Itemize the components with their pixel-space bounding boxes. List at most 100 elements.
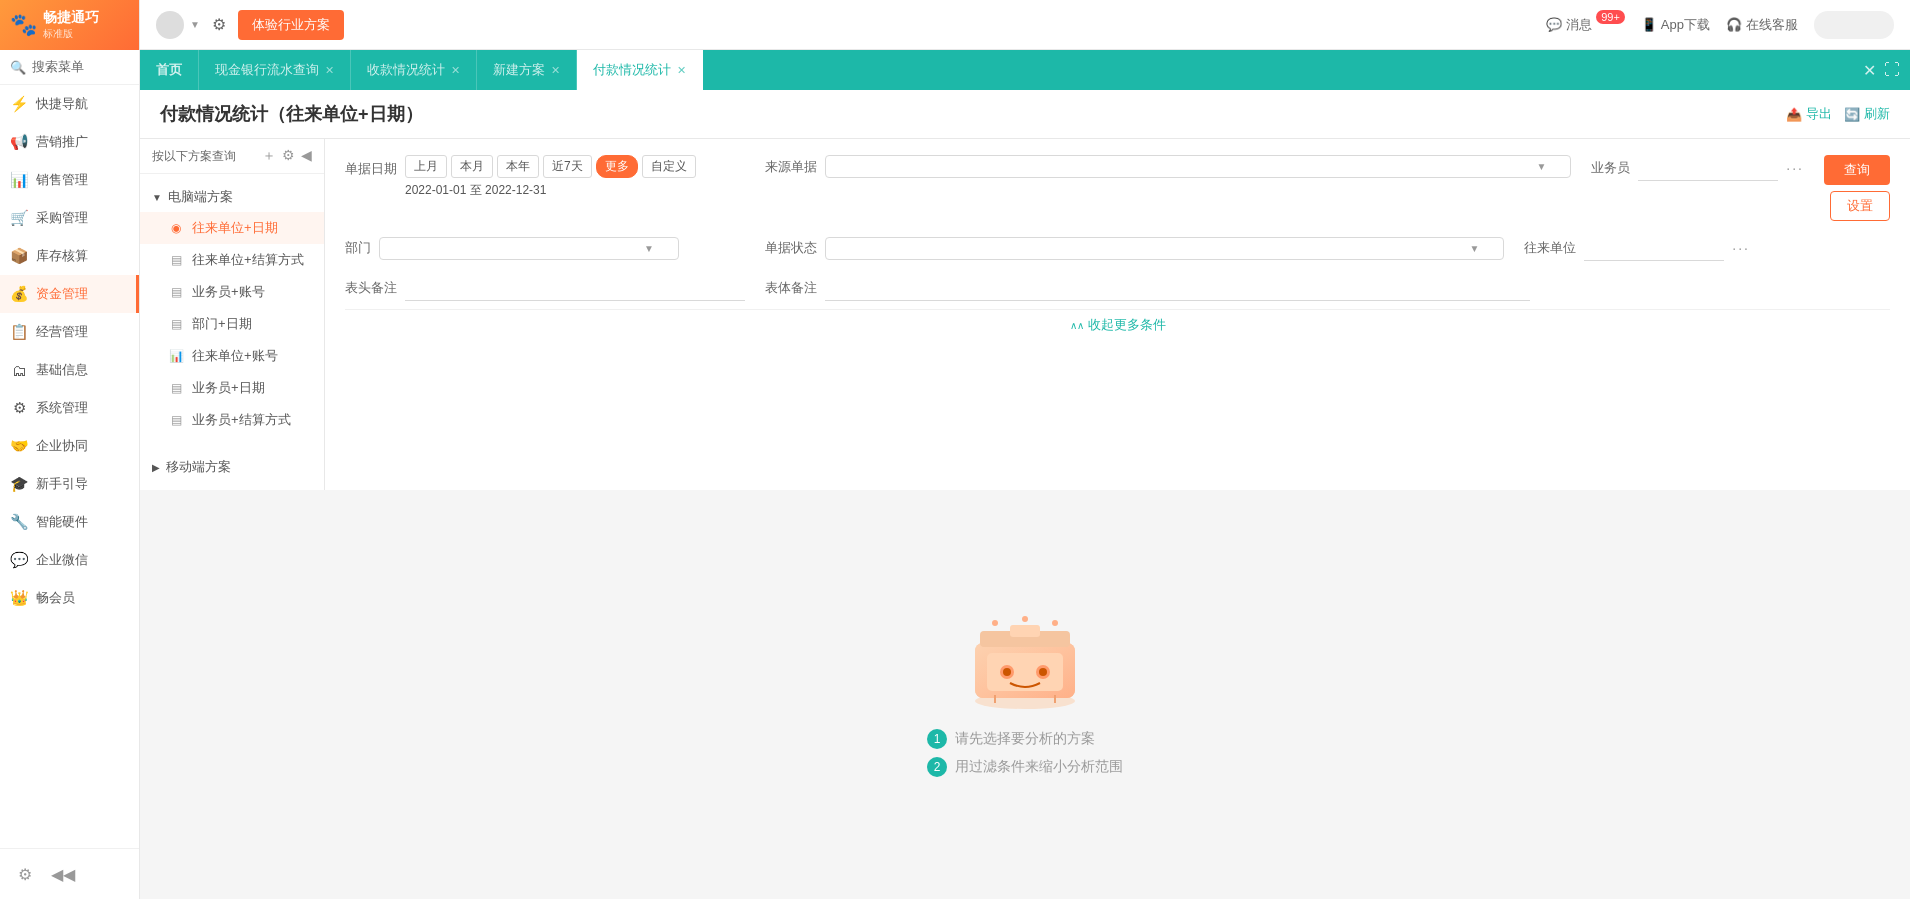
tab-label: 现金银行流水查询 bbox=[215, 61, 319, 79]
quick-nav-icon: ⚡ bbox=[10, 95, 28, 113]
sidebar-item-capital[interactable]: 💰 资金管理 bbox=[0, 275, 139, 313]
sidebar-item-inventory[interactable]: 📦 库存核算 bbox=[0, 237, 139, 275]
status-select[interactable]: ▼ bbox=[825, 237, 1504, 260]
sidebar-item-purchase[interactable]: 🛒 采购管理 bbox=[0, 199, 139, 237]
tab-receipt-stats[interactable]: 收款情况统计 ✕ bbox=[351, 50, 477, 90]
sidebar-item-system[interactable]: ⚙ 系统管理 bbox=[0, 389, 139, 427]
scheme-settings-btn[interactable]: ⚙ bbox=[282, 147, 295, 165]
sidebar-nav: ⚡ 快捷导航 📢 营销推广 📊 销售管理 🛒 采购管理 📦 库存核算 💰 bbox=[0, 85, 139, 848]
dept-select[interactable]: ▼ bbox=[379, 237, 679, 260]
scheme-icon: ▤ bbox=[168, 284, 184, 300]
scheme-item-agent-payment[interactable]: ▤ 业务员+结算方式 bbox=[140, 404, 324, 436]
scheme-item-partner-account[interactable]: 📊 往来单位+账号 bbox=[140, 340, 324, 372]
sidebar-label: 销售管理 bbox=[36, 171, 88, 189]
agent-ellipsis-btn[interactable]: ··· bbox=[1786, 160, 1804, 176]
sidebar-item-member[interactable]: 👑 畅会员 bbox=[0, 579, 139, 617]
partner-ellipsis-btn[interactable]: ··· bbox=[1732, 240, 1750, 256]
collapse-filters-btn[interactable]: ∧∧ 收起更多条件 bbox=[345, 309, 1890, 340]
date-btn-last-7days[interactable]: 近7天 bbox=[543, 155, 592, 178]
scheme-item-label: 业务员+日期 bbox=[192, 379, 265, 397]
scheme-item-partner-date[interactable]: ◉ 往来单位+日期 bbox=[140, 212, 324, 244]
scheme-item-agent-date[interactable]: ▤ 业务员+日期 bbox=[140, 372, 324, 404]
scheme-item-partner-payment[interactable]: ▤ 往来单位+结算方式 bbox=[140, 244, 324, 276]
sidebar-item-quick-nav[interactable]: ⚡ 快捷导航 bbox=[0, 85, 139, 123]
topbar: ▼ ⚙ 体验行业方案 💬 消息 99+ 📱 App下载 🎧 在线客服 bbox=[140, 0, 1910, 50]
messages-label: 消息 bbox=[1566, 16, 1592, 34]
date-btn-custom[interactable]: 自定义 bbox=[642, 155, 696, 178]
search-icon: 🔍 bbox=[10, 60, 26, 75]
export-btn[interactable]: 📤 导出 bbox=[1786, 105, 1832, 123]
collapse-scheme-btn[interactable]: ◀ bbox=[301, 147, 312, 165]
scheme-panel-header: 按以下方案查询 ＋ ⚙ ◀ bbox=[140, 139, 324, 174]
tab-new-scheme[interactable]: 新建方案 ✕ bbox=[477, 50, 577, 90]
tab-payment-stats[interactable]: 付款情况统计 ✕ bbox=[577, 50, 703, 90]
messages-action[interactable]: 💬 消息 99+ bbox=[1546, 16, 1625, 34]
user-info-area[interactable] bbox=[1814, 11, 1894, 39]
sidebar-item-management[interactable]: 📋 经营管理 bbox=[0, 313, 139, 351]
date-label: 单据日期 bbox=[345, 155, 397, 178]
sidebar-item-sales[interactable]: 📊 销售管理 bbox=[0, 161, 139, 199]
body-note-input[interactable] bbox=[825, 275, 1530, 301]
scheme-panel-actions: ＋ ⚙ ◀ bbox=[262, 147, 312, 165]
tab-close-icon[interactable]: ✕ bbox=[677, 64, 686, 77]
sidebar-item-hardware[interactable]: 🔧 智能硬件 bbox=[0, 503, 139, 541]
tab-home[interactable]: 首页 bbox=[140, 50, 199, 90]
scheme-chart-icon: 📊 bbox=[168, 348, 184, 364]
sidebar-item-marketing[interactable]: 📢 营销推广 bbox=[0, 123, 139, 161]
refresh-label: 刷新 bbox=[1864, 105, 1890, 123]
fullscreen-btn[interactable]: ⛶ bbox=[1884, 61, 1900, 79]
app-download-action[interactable]: 📱 App下载 bbox=[1641, 16, 1710, 34]
tab-close-icon[interactable]: ✕ bbox=[451, 64, 460, 77]
refresh-btn[interactable]: 🔄 刷新 bbox=[1844, 105, 1890, 123]
logo-sub: 标准版 bbox=[43, 27, 99, 41]
close-all-tabs-btn[interactable]: ✕ bbox=[1863, 61, 1876, 80]
mobile-group-header[interactable]: ▶ 移动端方案 bbox=[140, 452, 324, 482]
tab-close-icon[interactable]: ✕ bbox=[551, 64, 560, 77]
collapse-label: 收起更多条件 bbox=[1088, 316, 1166, 334]
dept-label: 部门 bbox=[345, 239, 371, 257]
date-btn-more[interactable]: 更多 bbox=[596, 155, 638, 178]
messages-badge: 99+ bbox=[1596, 10, 1625, 24]
date-btn-this-year[interactable]: 本年 bbox=[497, 155, 539, 178]
date-btn-last-month[interactable]: 上月 bbox=[405, 155, 447, 178]
trial-btn[interactable]: 体验行业方案 bbox=[238, 10, 344, 40]
partner-input[interactable] bbox=[1584, 235, 1724, 261]
collapse-sidebar-btn[interactable]: ◀◀ bbox=[48, 859, 78, 889]
header-note-input[interactable] bbox=[405, 275, 745, 301]
empty-hint-1: 1 请先选择要分析的方案 bbox=[927, 729, 1123, 749]
tab-close-icon[interactable]: ✕ bbox=[325, 64, 334, 77]
partner-label: 往来单位 bbox=[1524, 239, 1576, 257]
agent-input[interactable] bbox=[1638, 155, 1778, 181]
status-label: 单据状态 bbox=[765, 239, 817, 257]
inventory-icon: 📦 bbox=[10, 247, 28, 265]
topbar-settings-icon[interactable]: ⚙ bbox=[212, 15, 226, 34]
tabbar: 首页 现金银行流水查询 ✕ 收款情况统计 ✕ 新建方案 ✕ 付款情况统计 ✕ ✕… bbox=[140, 50, 1910, 90]
agent-label: 业务员 bbox=[1591, 159, 1630, 177]
settings-button[interactable]: 设置 bbox=[1830, 191, 1890, 221]
query-button[interactable]: 查询 bbox=[1824, 155, 1890, 185]
date-btn-this-month[interactable]: 本月 bbox=[451, 155, 493, 178]
desktop-group-header[interactable]: ▼ 电脑端方案 bbox=[140, 182, 324, 212]
search-menu[interactable]: 🔍 搜索菜单 bbox=[0, 50, 139, 85]
sidebar-item-guide[interactable]: 🎓 新手引导 bbox=[0, 465, 139, 503]
settings-footer-btn[interactable]: ⚙ bbox=[10, 859, 40, 889]
sidebar-label: 采购管理 bbox=[36, 209, 88, 227]
svg-point-7 bbox=[1039, 668, 1047, 676]
sidebar-item-enterprise[interactable]: 🤝 企业协同 bbox=[0, 427, 139, 465]
source-select[interactable]: ▼ bbox=[825, 155, 1571, 178]
scheme-item-agent-account[interactable]: ▤ 业务员+账号 bbox=[140, 276, 324, 308]
query-btns: 查询 设置 bbox=[1824, 155, 1890, 221]
user-selector[interactable]: ▼ bbox=[156, 11, 200, 39]
dept-arrow-icon: ▼ bbox=[644, 243, 654, 254]
scheme-icon: ▤ bbox=[168, 412, 184, 428]
sidebar-item-basic[interactable]: 🗂 基础信息 bbox=[0, 351, 139, 389]
svg-rect-9 bbox=[1010, 625, 1040, 637]
sidebar-label: 企业协同 bbox=[36, 437, 88, 455]
online-service-action[interactable]: 🎧 在线客服 bbox=[1726, 16, 1798, 34]
sidebar-item-wechat[interactable]: 💬 企业微信 bbox=[0, 541, 139, 579]
tab-bank-flow[interactable]: 现金银行流水查询 ✕ bbox=[199, 50, 351, 90]
sidebar-label: 系统管理 bbox=[36, 399, 88, 417]
scheme-item-dept-date[interactable]: ▤ 部门+日期 bbox=[140, 308, 324, 340]
add-scheme-btn[interactable]: ＋ bbox=[262, 147, 276, 165]
basic-icon: 🗂 bbox=[10, 361, 28, 379]
